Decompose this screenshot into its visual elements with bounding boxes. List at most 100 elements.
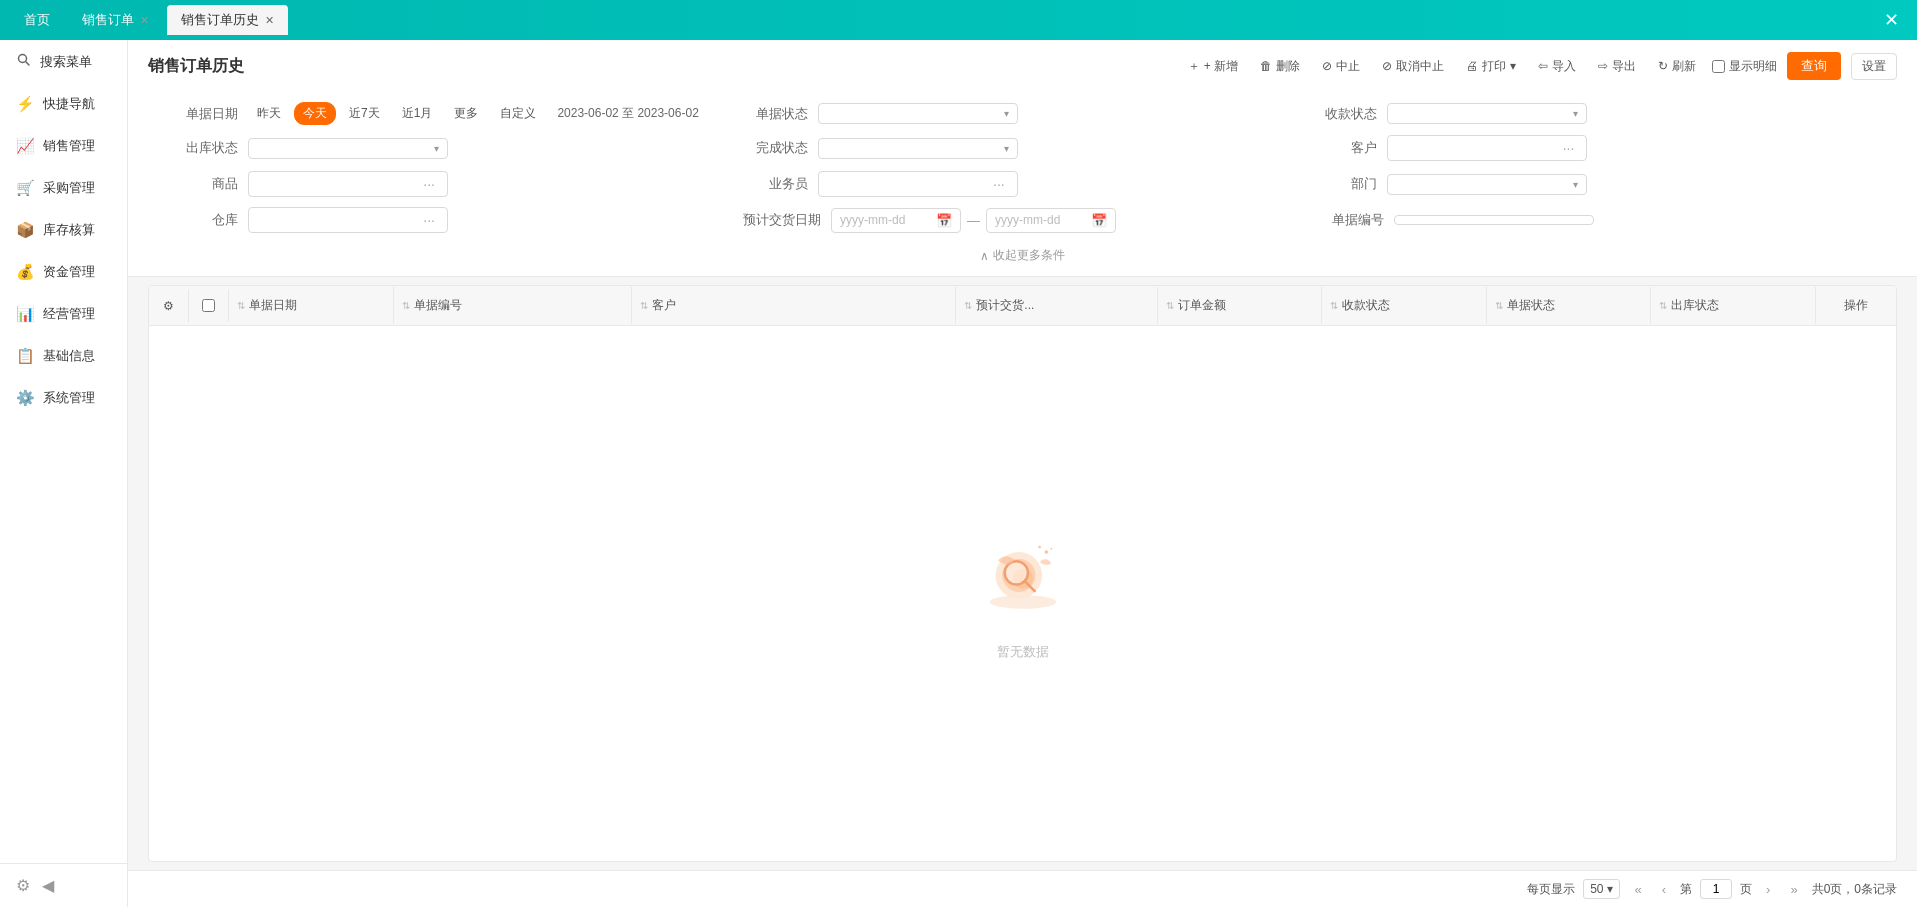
sales-mgmt-icon: 📈	[16, 137, 35, 155]
tab-sales-order-history[interactable]: 销售订单历史 ✕	[167, 5, 288, 35]
new-icon: ＋	[1188, 58, 1200, 75]
svg-line-1	[26, 62, 29, 65]
cancel-stop-icon: ⊘	[1382, 59, 1392, 73]
import-button[interactable]: ⇦ 导入	[1532, 54, 1582, 79]
sidebar-item-quick-nav[interactable]: ⚡ 快捷导航	[0, 83, 127, 125]
refresh-button[interactable]: ↻ 刷新	[1652, 54, 1702, 79]
salesperson-control: ···	[818, 171, 1308, 197]
purchase-mgmt-icon: 🛒	[16, 179, 35, 197]
th-receipt-status[interactable]: ⇅ 收款状态	[1322, 287, 1487, 324]
th-checkbox[interactable]	[189, 289, 229, 322]
warehouse-dots[interactable]: ···	[419, 212, 439, 228]
export-button[interactable]: ⇨ 导出	[1592, 54, 1642, 79]
select-all-checkbox[interactable]	[202, 299, 215, 312]
delivery-status-select[interactable]: ▾	[248, 138, 448, 159]
customer-dots[interactable]: ···	[1559, 140, 1579, 156]
delete-button[interactable]: 🗑 删除	[1254, 54, 1306, 79]
current-page-input[interactable]	[1700, 879, 1732, 899]
date-7days-btn[interactable]: 近7天	[340, 102, 389, 125]
stop-button[interactable]: ⊘ 中止	[1316, 54, 1366, 79]
date-custom-btn[interactable]: 自定义	[491, 102, 545, 125]
th-date[interactable]: ⇅ 单据日期	[229, 287, 394, 324]
th-delivery-date[interactable]: ⇅ 预计交货...	[956, 287, 1157, 324]
delivery-status-label: 出库状态	[168, 139, 248, 157]
sidebar-item-basic-info[interactable]: 📋 基础信息	[0, 335, 127, 377]
complete-status-control: ▾	[818, 138, 1308, 159]
complete-status-arrow: ▾	[1004, 143, 1009, 154]
receipt-status-select[interactable]: ▾	[1387, 103, 1587, 124]
th-order-status[interactable]: ⇅ 单据状态	[1487, 287, 1652, 324]
first-page-button[interactable]: «	[1628, 880, 1647, 899]
window-close-button[interactable]: ✕	[1876, 9, 1907, 31]
page-size-select[interactable]: 50 ▾	[1583, 879, 1620, 899]
print-button[interactable]: 🖨 打印 ▾	[1460, 54, 1522, 79]
delivery-status-control: ▾	[248, 138, 738, 159]
order-no-input[interactable]	[1394, 215, 1594, 225]
next-page-button[interactable]: ›	[1760, 880, 1776, 899]
svg-point-8	[1044, 550, 1047, 553]
th-no[interactable]: ⇅ 单据编号	[394, 287, 632, 324]
date-more-btn[interactable]: 更多	[445, 102, 487, 125]
tab-home[interactable]: 首页	[10, 5, 64, 35]
dept-label: 部门	[1307, 175, 1387, 193]
dept-select[interactable]: ▾	[1387, 174, 1587, 195]
warehouse-input[interactable]: ···	[248, 207, 448, 233]
receipt-status-label: 收款状态	[1307, 105, 1387, 123]
salesperson-input[interactable]: ···	[818, 171, 1018, 197]
tab-sales-order-history-close[interactable]: ✕	[265, 14, 274, 27]
collapse-more-btn[interactable]: ∧ 收起更多条件	[168, 243, 1877, 268]
product-dots[interactable]: ···	[419, 176, 439, 192]
sidebar-item-system-mgmt[interactable]: ⚙️ 系统管理	[0, 377, 127, 419]
sidebar-item-sales-mgmt[interactable]: 📈 销售管理	[0, 125, 127, 167]
sidebar-search-label: 搜索菜单	[40, 53, 92, 71]
main-layout: 搜索菜单 ⚡ 快捷导航 📈 销售管理 🛒 采购管理 📦 库存核算 💰 资金管理 …	[0, 40, 1917, 907]
sidebar-basic-label: 基础信息	[43, 347, 95, 365]
date-1month-btn[interactable]: 近1月	[393, 102, 442, 125]
content-area: 销售订单历史 ＋ + 新增 🗑 删除 ⊘ 中止 ⊘	[128, 40, 1917, 907]
sidebar-collapse-icon[interactable]: ◀	[42, 876, 54, 895]
th-customer[interactable]: ⇅ 客户	[632, 287, 956, 324]
th-action: 操作	[1816, 287, 1896, 324]
sidebar-item-purchase-mgmt[interactable]: 🛒 采购管理	[0, 167, 127, 209]
new-button[interactable]: ＋ + 新增	[1182, 54, 1244, 79]
date-to-input[interactable]: yyyy-mm-dd 📅	[986, 208, 1116, 233]
th-settings[interactable]: ⚙	[149, 289, 189, 323]
display-detail-checkbox[interactable]	[1712, 60, 1725, 73]
cancel-stop-button[interactable]: ⊘ 取消中止	[1376, 54, 1450, 79]
sort-order-status-icon: ⇅	[1495, 300, 1503, 311]
prev-page-button[interactable]: ‹	[1656, 880, 1672, 899]
settings-button[interactable]: 设置	[1851, 53, 1897, 80]
product-control: ···	[248, 171, 738, 197]
sidebar-settings-icon[interactable]: ⚙	[16, 876, 30, 895]
last-page-button[interactable]: »	[1784, 880, 1803, 899]
salesperson-dots[interactable]: ···	[989, 176, 1009, 192]
sidebar-item-biz-mgmt[interactable]: 📊 经营管理	[0, 293, 127, 335]
sort-up-icon: ⇅	[237, 300, 245, 311]
customer-input[interactable]: ···	[1387, 135, 1587, 161]
order-status-select[interactable]: ▾	[818, 103, 1018, 124]
date-yesterday-btn[interactable]: 昨天	[248, 102, 290, 125]
product-input[interactable]: ···	[248, 171, 448, 197]
display-detail-checkbox-label[interactable]: 显示明细	[1712, 58, 1777, 75]
th-delivery-status[interactable]: ⇅ 出库状态	[1651, 287, 1816, 324]
sidebar-item-search-menu[interactable]: 搜索菜单	[0, 40, 127, 83]
settings-gear-icon: ⚙	[163, 299, 174, 313]
th-amount[interactable]: ⇅ 订单金额	[1158, 287, 1323, 324]
sidebar-item-inventory[interactable]: 📦 库存核算	[0, 209, 127, 251]
date-today-btn[interactable]: 今天	[294, 102, 336, 125]
delivery-status-arrow: ▾	[434, 143, 439, 154]
complete-status-select[interactable]: ▾	[818, 138, 1018, 159]
tab-sales-order[interactable]: 销售订单 ✕	[68, 5, 163, 35]
sidebar-item-capital-mgmt[interactable]: 💰 资金管理	[0, 251, 127, 293]
capital-mgmt-icon: 💰	[16, 263, 35, 281]
query-button[interactable]: 查询	[1787, 52, 1841, 80]
stop-icon: ⊘	[1322, 59, 1332, 73]
sort-delivery-icon: ⇅	[964, 300, 972, 311]
date-control: 昨天 今天 近7天 近1月 更多 自定义 2023-06-02 至 2023-0…	[248, 102, 738, 125]
date-from-input[interactable]: yyyy-mm-dd 📅	[831, 208, 961, 233]
display-detail-label: 显示明细	[1729, 58, 1777, 75]
sidebar-sales-label: 销售管理	[43, 137, 95, 155]
sort-no-icon: ⇅	[402, 300, 410, 311]
tab-sales-order-close[interactable]: ✕	[140, 14, 149, 27]
page-size-arrow: ▾	[1607, 882, 1613, 896]
